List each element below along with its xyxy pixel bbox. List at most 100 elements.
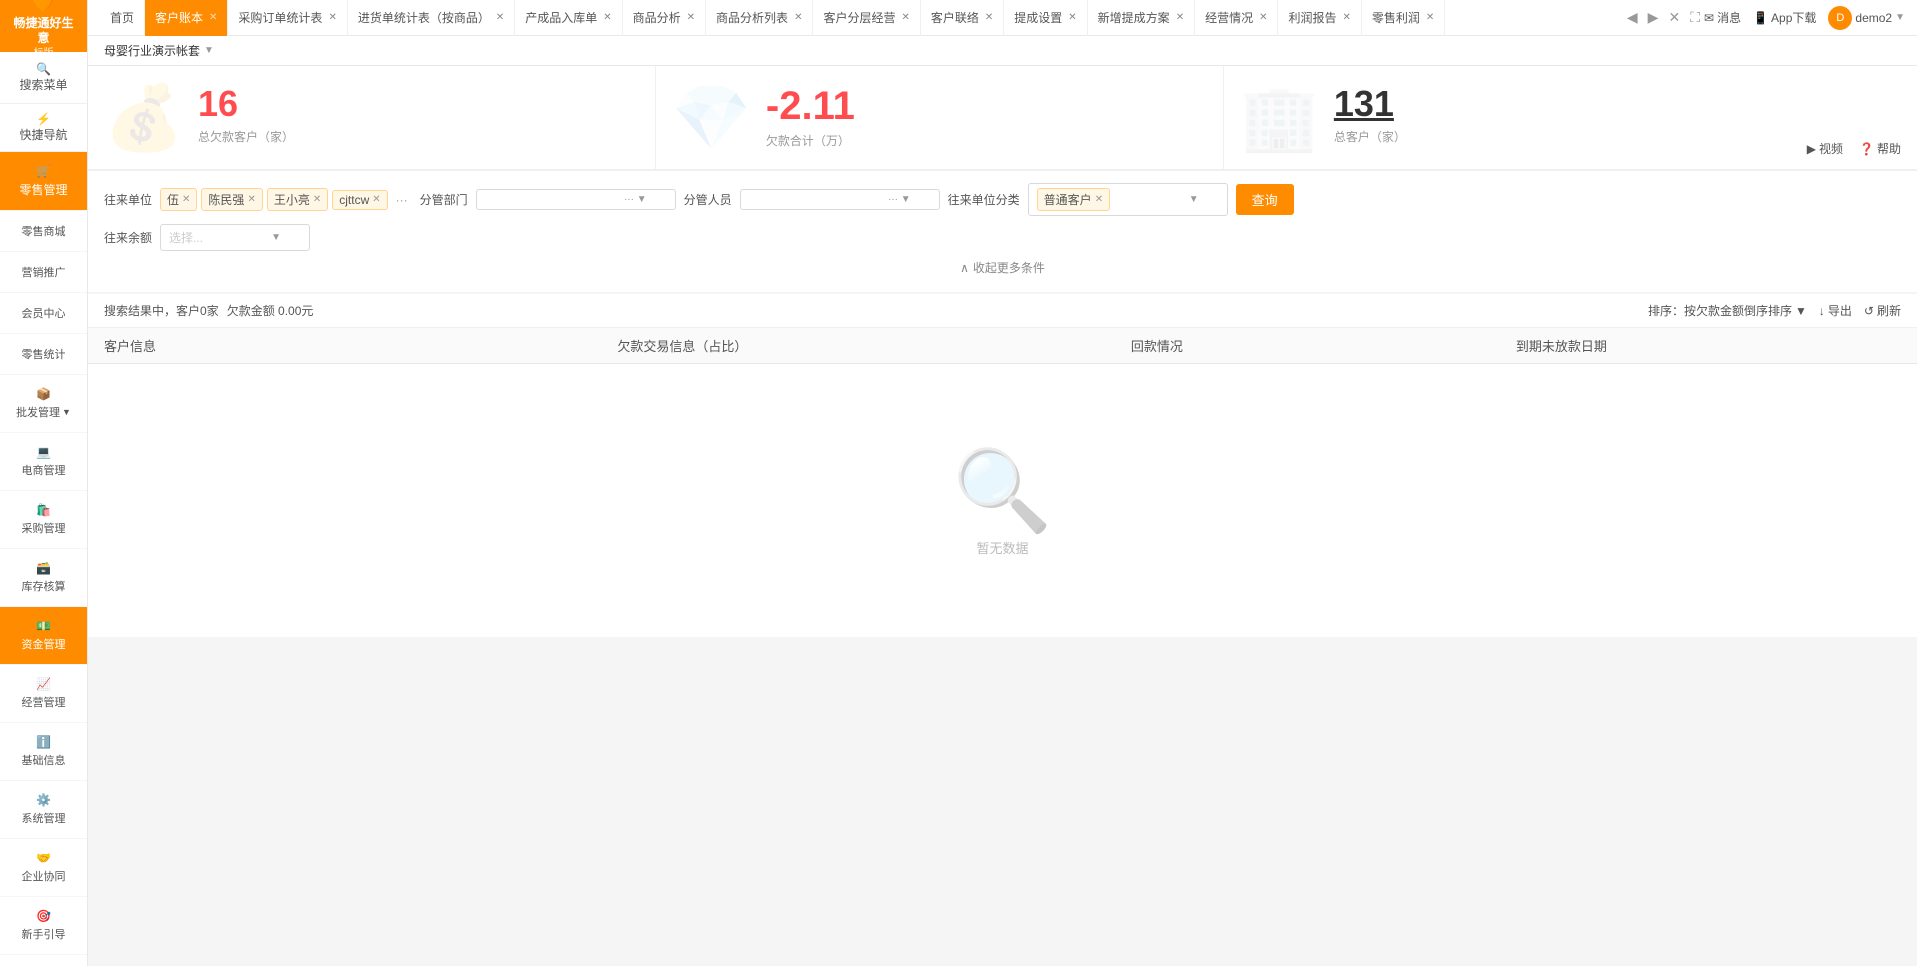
sidebar-item-ecommerce[interactable]: 💻 电商管理 (0, 433, 87, 491)
sidebar-item-basics[interactable]: ℹ️ 基础信息 (0, 723, 87, 781)
filter-tag-wang: 王小亮 ✕ (267, 188, 328, 211)
close-all-tabs-icon[interactable]: ✕ (1664, 7, 1684, 28)
sidebar-item-retail-mall[interactable]: 零售商城 (0, 211, 87, 252)
close-tab-commission-settings[interactable]: ✕ (1068, 12, 1076, 23)
app-download-button[interactable]: 📱 App下载 (1753, 9, 1816, 26)
close-tab-product-analysis-list[interactable]: ✕ (794, 12, 802, 23)
sidebar-item-newbie-guide[interactable]: 🎯 新手引导 (0, 897, 87, 955)
scroll-right-icon[interactable]: ▶ (1644, 7, 1663, 28)
stats-actions: ▶ 视频 ❓ 帮助 (1791, 66, 1917, 169)
tab-product-analysis-list[interactable]: 商品分析列表 ✕ (706, 0, 813, 36)
sidebar-item-app-center[interactable]: 🔲 应用中心 (0, 955, 87, 966)
operations-icon: 📈 (36, 677, 51, 691)
close-tab-inbound-stats[interactable]: ✕ (496, 12, 504, 23)
scroll-left-icon[interactable]: ◀ (1623, 7, 1642, 28)
sidebar-item-quick-nav[interactable]: ⚡ 快捷导航 (0, 104, 87, 152)
filter-balance-select[interactable]: 选择... ▼ (160, 224, 310, 251)
close-tag-wu[interactable]: ✕ (182, 194, 190, 205)
sidebar-item-system[interactable]: ⚙️ 系统管理 (0, 781, 87, 839)
filter-more-tags-button[interactable]: ··· (392, 191, 412, 209)
sidebar-item-retail-stats[interactable]: 零售统计 (0, 334, 87, 375)
category-dropdown-arrow: ▼ (1189, 194, 1199, 205)
sidebar-item-retail[interactable]: 🛒 零售管理 (0, 152, 87, 211)
filter-tag-normal-customer: 普通客户 ✕ (1037, 188, 1110, 211)
sidebar-item-inventory[interactable]: 🗃️ 库存核算 (0, 549, 87, 607)
video-help-button[interactable]: ▶ 视频 (1807, 140, 1843, 157)
user-avatar[interactable]: D demo2 ▼ (1828, 6, 1905, 30)
filter-dept-select[interactable]: ··· ▼ (476, 189, 676, 210)
tab-new-commission[interactable]: 新增提成方案 ✕ (1088, 0, 1195, 36)
query-button[interactable]: 查询 (1236, 184, 1294, 215)
close-tab-customer-ledger[interactable]: ✕ (209, 12, 217, 23)
close-tab-retail-profit[interactable]: ✕ (1426, 12, 1434, 23)
message-button[interactable]: ✉ 消息 (1704, 9, 1741, 26)
system-icon: ⚙️ (36, 793, 51, 807)
tab-business-report[interactable]: 经营情况 ✕ (1195, 0, 1278, 36)
col-header-repayment: 回款情况 (1131, 336, 1516, 355)
tab-product-analysis[interactable]: 商品分析 ✕ (623, 0, 706, 36)
download-icon: 📱 (1753, 11, 1768, 25)
close-tab-product-analysis[interactable]: ✕ (687, 12, 695, 23)
sidebar-item-operations[interactable]: 📈 经营管理 (0, 665, 87, 723)
collapse-filters-button[interactable]: ∧ 收起更多条件 (104, 259, 1901, 276)
export-icon: ↓ (1819, 304, 1825, 318)
retail-icon: 🛒 (36, 164, 51, 178)
export-button[interactable]: ↓ 导出 (1819, 302, 1852, 319)
close-tab-new-commission[interactable]: ✕ (1176, 12, 1184, 23)
filter-section: 往来单位 伍 ✕ 陈民强 ✕ 王小亮 ✕ cjttcw (88, 171, 1917, 292)
tab-customer-contact[interactable]: 客户联络 ✕ (921, 0, 1004, 36)
help-button[interactable]: ❓ 帮助 (1859, 140, 1901, 157)
filter-person-label: 分管人员 (684, 191, 732, 208)
sidebar-item-finance[interactable]: 💵 资金管理 (0, 607, 87, 665)
close-tag-chen[interactable]: ✕ (247, 194, 255, 205)
sidebar-item-marketing[interactable]: 营销推广 (0, 252, 87, 293)
close-tag-wang[interactable]: ✕ (313, 194, 321, 205)
sidebar-item-purchase[interactable]: 🛍️ 采购管理 (0, 491, 87, 549)
tab-purchase-order[interactable]: 采购订单统计表 ✕ (228, 0, 347, 36)
collab-icon: 🤝 (36, 851, 51, 865)
filter-person-select[interactable]: ··· ▼ (740, 189, 940, 210)
filter-category-label: 往来单位分类 (948, 191, 1020, 208)
filter-category-select[interactable]: 普通客户 ✕ ▼ (1028, 183, 1228, 216)
close-tab-customer-tier[interactable]: ✕ (901, 12, 909, 23)
sidebar-item-members[interactable]: 会员中心 (0, 293, 87, 334)
sort-dropdown-icon: ▼ (1795, 304, 1807, 318)
table-section: 搜索结果中，客户0家 欠款金额 0.00元 排序：按欠款金额倒序排序 ▼ ↓ 导… (88, 294, 1917, 637)
tab-home[interactable]: 首页 (100, 0, 145, 36)
message-icon: ✉ (1704, 11, 1714, 25)
basics-icon: ℹ️ (36, 735, 51, 749)
help-icon: ❓ (1859, 142, 1874, 156)
close-tag-normal-customer[interactable]: ✕ (1095, 194, 1103, 205)
close-tab-customer-contact[interactable]: ✕ (985, 12, 993, 23)
sidebar: 🧡 畅捷通好生意 标版 🔍 搜索菜单 ⚡ 快捷导航 🛒 零售管理 零售商城 营销… (0, 0, 88, 966)
sidebar-item-wholesale[interactable]: 📦 批发管理 ▼ (0, 375, 87, 433)
table-toolbar-left: 搜索结果中，客户0家 欠款金额 0.00元 (104, 302, 313, 319)
demo-dropdown-icon[interactable]: ▼ (204, 45, 214, 56)
close-tag-cjttcw[interactable]: ✕ (372, 194, 380, 205)
table-empty-state: 🔍 暂无数据 (88, 364, 1917, 637)
tab-customer-tier[interactable]: 客户分层经营 ✕ (813, 0, 920, 36)
stat-card-total-customers: 🏢 131 总客户（家） (1224, 66, 1791, 169)
sidebar-item-search[interactable]: 🔍 搜索菜单 (0, 52, 87, 104)
close-tab-profit-report[interactable]: ✕ (1343, 12, 1351, 23)
tab-customer-ledger[interactable]: 客户账本 ✕ (145, 0, 228, 36)
stats-cards: 💰 16 总欠款客户（家） 💎 -2.11 欠款合计（万） 🏢 131 总客户（… (88, 66, 1791, 169)
close-tab-purchase-order[interactable]: ✕ (328, 12, 336, 23)
close-tab-business-report[interactable]: ✕ (1259, 12, 1267, 23)
lightning-icon: ⚡ (8, 112, 79, 126)
tab-commission-settings[interactable]: 提成设置 ✕ (1004, 0, 1087, 36)
fullscreen-icon[interactable]: ⛶ (1686, 7, 1704, 28)
tab-product-inbound[interactable]: 产成品入库单 ✕ (515, 0, 622, 36)
tab-retail-profit[interactable]: 零售利润 ✕ (1362, 0, 1445, 36)
overdue-amount-text: 欠款金额 0.00元 (227, 302, 314, 319)
empty-state-icon: 🔍 (953, 444, 1053, 538)
sort-selector[interactable]: 排序：按欠款金额倒序排序 ▼ (1648, 302, 1807, 319)
ecommerce-icon: 💻 (36, 445, 51, 459)
tab-inbound-stats[interactable]: 进货单统计表（按商品） ✕ (348, 0, 515, 36)
refresh-button[interactable]: ↺ 刷新 (1864, 302, 1901, 319)
filter-unit-tags: 伍 ✕ 陈民强 ✕ 王小亮 ✕ cjttcw ✕ ··· (160, 188, 412, 211)
close-tab-product-inbound[interactable]: ✕ (603, 12, 611, 23)
page-content: 母婴行业演示帐套 ▼ 💰 16 总欠款客户（家） 💎 -2.11 欠款合计（万） (88, 36, 1917, 966)
sidebar-item-enterprise-collab[interactable]: 🤝 企业协同 (0, 839, 87, 897)
tab-profit-report[interactable]: 利润报告 ✕ (1278, 0, 1361, 36)
